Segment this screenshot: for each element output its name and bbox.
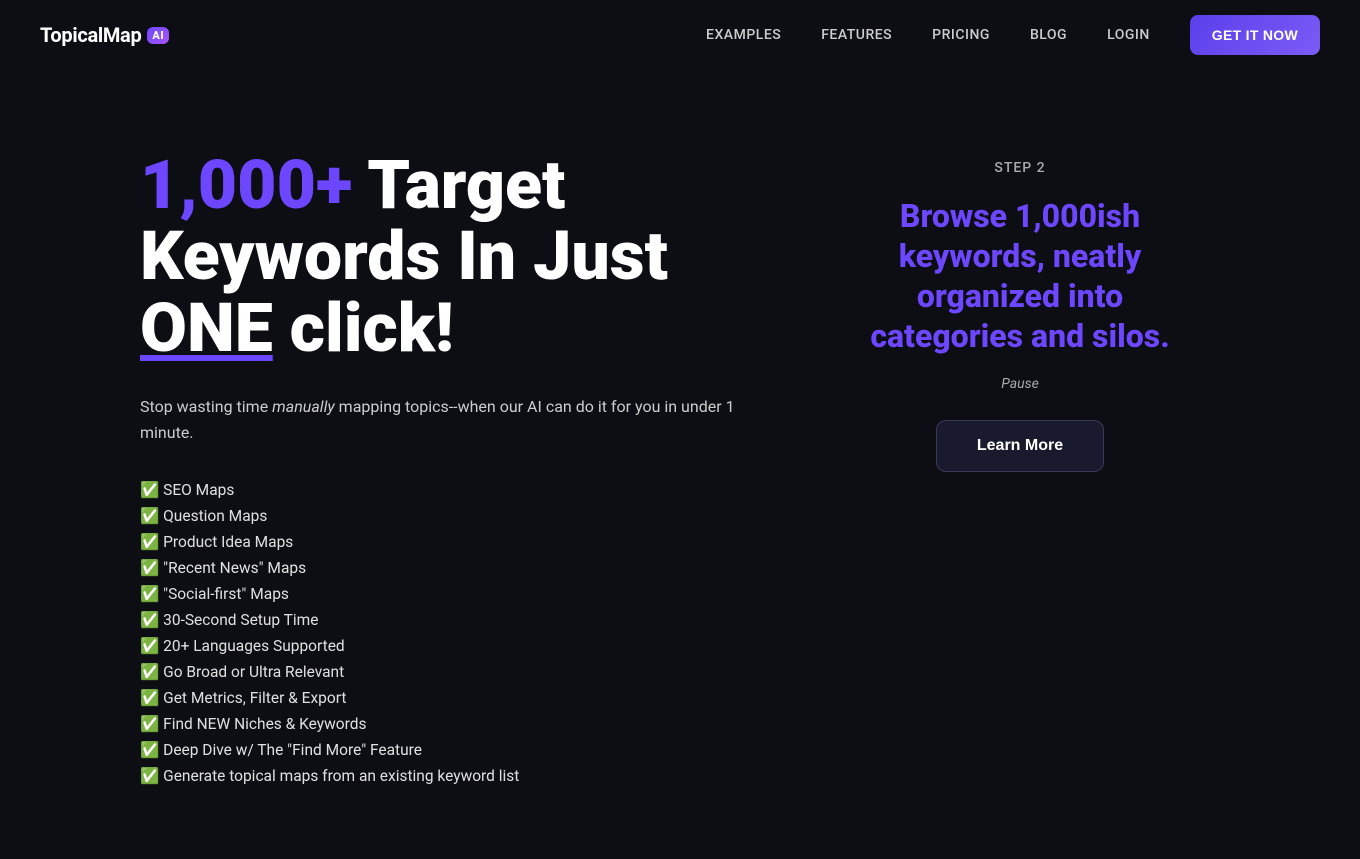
features-list: ✅ SEO Maps ✅ Question Maps ✅ Product Idea … [140, 481, 790, 785]
feature-item: ✅ Get Metrics, Filter & Export [140, 689, 790, 707]
nav-blog[interactable]: BLOG [1030, 27, 1067, 43]
hero-title-end: click! [273, 288, 454, 368]
feature-item: ✅ "Social-first" Maps [140, 585, 790, 603]
nav-features[interactable]: FEATURES [821, 27, 892, 43]
subtitle-italic: manually [272, 397, 335, 416]
feature-item: ✅ Deep Dive w/ The "Find More" Feature [140, 741, 790, 759]
feature-item: ✅ "Recent News" Maps [140, 559, 790, 577]
logo-text: TopicalMap [40, 23, 141, 47]
hero-title-accent: 1,000+ [140, 145, 352, 225]
step-description: Browse 1,000ish keywords, neatly organiz… [850, 196, 1190, 356]
nav-examples[interactable]: EXAMPLES [706, 27, 781, 43]
feature-item: ✅ SEO Maps [140, 481, 790, 499]
navbar: TopicalMap AI EXAMPLES FEATURES PRICING … [0, 0, 1360, 70]
feature-item: ✅ Product Idea Maps [140, 533, 790, 551]
nav-links: EXAMPLES FEATURES PRICING BLOG LOGIN GET… [706, 15, 1320, 55]
learn-more-button[interactable]: Learn More [936, 420, 1104, 472]
feature-item: ✅ Question Maps [140, 507, 790, 525]
hero-subtitle: Stop wasting time manually mapping topic… [140, 394, 790, 445]
feature-item: ✅ Find NEW Niches & Keywords [140, 715, 790, 733]
logo[interactable]: TopicalMap AI [40, 23, 169, 47]
main-content: 1,000+ Target Keywords In Just ONE click… [0, 70, 1360, 845]
step-label: STEP 2 [994, 160, 1045, 176]
right-panel: STEP 2 Browse 1,000ish keywords, neatly … [850, 150, 1190, 472]
nav-pricing[interactable]: PRICING [932, 27, 990, 43]
subtitle-start: Stop wasting time [140, 397, 272, 416]
feature-item: ✅ Go Broad or Ultra Relevant [140, 663, 790, 681]
feature-item: ✅ Generate topical maps from an existing… [140, 767, 790, 785]
pause-link[interactable]: Pause [1001, 376, 1039, 392]
hero-title-underline: ONE [140, 288, 273, 368]
nav-login[interactable]: LOGIN [1107, 27, 1150, 43]
left-column: 1,000+ Target Keywords In Just ONE click… [140, 150, 790, 785]
feature-item: ✅ 20+ Languages Supported [140, 637, 790, 655]
feature-item: ✅ 30-Second Setup Time [140, 611, 790, 629]
get-it-now-button[interactable]: GET IT NOW [1190, 15, 1320, 55]
logo-badge: AI [147, 27, 169, 44]
hero-title: 1,000+ Target Keywords In Just ONE click… [140, 150, 790, 364]
